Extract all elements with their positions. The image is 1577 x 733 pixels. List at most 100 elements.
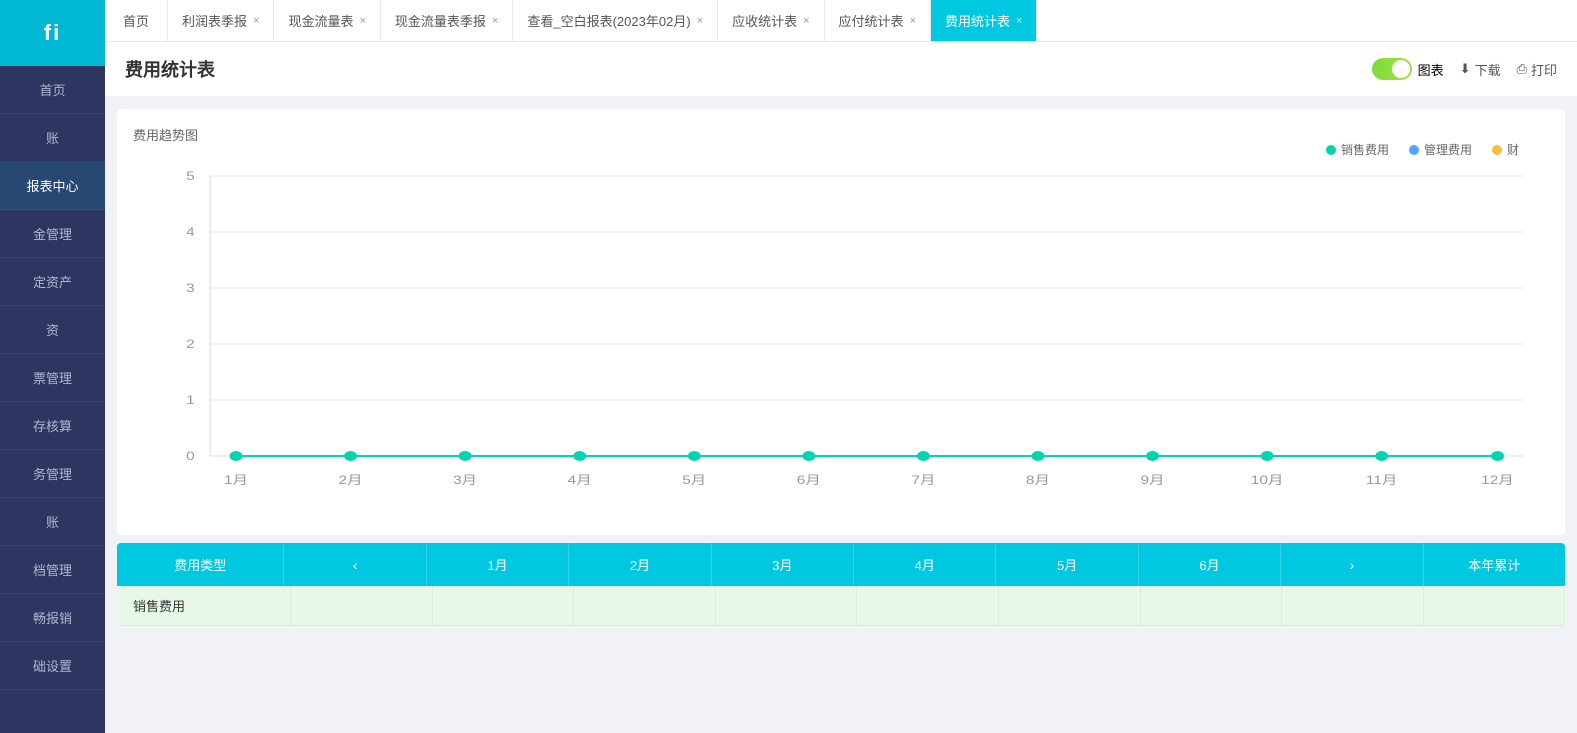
td-m5 [999, 586, 1141, 625]
tab-cashflow-q-label: 现金流量表季报 [395, 11, 486, 30]
svg-text:10月: 10月 [1251, 473, 1284, 487]
th-next[interactable]: › [1281, 543, 1423, 586]
tab-expense[interactable]: 费用统计表 × [931, 0, 1037, 41]
tab-cashflow-q-close[interactable]: × [492, 15, 498, 27]
td-nav-space [291, 586, 433, 625]
tab-payable[interactable]: 应付统计表 × [825, 0, 931, 41]
sidebar-logo: fi [0, 0, 105, 66]
th-m2: 2月 [569, 543, 711, 586]
print-icon: ⎙ [1517, 61, 1527, 77]
tab-cashflow-q[interactable]: 现金流量表季报 × [381, 0, 513, 41]
tab-blank-label: 查看_空白报表(2023年02月) [527, 11, 690, 30]
td-m2 [574, 586, 716, 625]
th-m3-label: 3月 [772, 555, 792, 574]
next-month-arrow[interactable]: › [1350, 557, 1355, 573]
td-m4 [857, 586, 999, 625]
sidebar-item-archive[interactable]: 档管理 [0, 546, 105, 594]
header-actions: 图表 ⬇ 下载 ⎙ 打印 [1372, 58, 1557, 80]
sidebar-item-ledger[interactable]: 账 [0, 498, 105, 546]
legend-finance-dot [1492, 145, 1502, 155]
download-label: 下载 [1475, 60, 1501, 79]
page-content: 费用统计表 图表 ⬇ 下载 ⎙ 打印 [105, 42, 1577, 733]
svg-text:6月: 6月 [797, 473, 821, 487]
sidebar-item-fund[interactable]: 金管理 [0, 210, 105, 258]
chart-toggle[interactable] [1372, 58, 1412, 80]
tab-payable-close[interactable]: × [910, 15, 916, 27]
svg-text:8月: 8月 [1026, 473, 1050, 487]
svg-text:12月: 12月 [1481, 473, 1514, 487]
sidebar-item-report[interactable]: 报表中心 [0, 162, 105, 210]
td-m3 [716, 586, 858, 625]
svg-text:9月: 9月 [1140, 473, 1164, 487]
tab-home[interactable]: 首页 [105, 0, 168, 41]
svg-text:0: 0 [186, 449, 195, 463]
tab-cashflow-close[interactable]: × [359, 15, 365, 27]
th-m3: 3月 [712, 543, 854, 586]
th-prev[interactable]: ‹ [284, 543, 426, 586]
svg-text:7月: 7月 [911, 473, 935, 487]
tab-profit-close[interactable]: × [253, 15, 259, 27]
th-m5: 5月 [996, 543, 1138, 586]
tab-receivable-close[interactable]: × [803, 15, 809, 27]
prev-month-arrow[interactable]: ‹ [353, 557, 358, 573]
expense-table: 费用类型 ‹ 1月 2月 3月 4月 5月 [117, 543, 1565, 626]
th-m6-label: 6月 [1199, 555, 1219, 574]
print-label: 打印 [1531, 60, 1557, 79]
tab-blank-close[interactable]: × [697, 15, 703, 27]
print-button[interactable]: ⎙ 打印 [1517, 60, 1557, 79]
sidebar-item-settings[interactable]: 础设置 [0, 642, 105, 690]
th-total-label: 本年累计 [1468, 555, 1520, 574]
tab-receivable[interactable]: 应收统计表 × [718, 0, 824, 41]
table-header: 费用类型 ‹ 1月 2月 3月 4月 5月 [117, 543, 1565, 586]
chart-area: 0 1 2 3 4 5 [133, 156, 1549, 519]
th-m2-label: 2月 [630, 555, 650, 574]
svg-text:4: 4 [186, 225, 195, 239]
td-m6 [1141, 586, 1283, 625]
sidebar-item-expense-report[interactable]: 畅报销 [0, 594, 105, 642]
td-m1 [433, 586, 575, 625]
download-icon: ⬇ [1460, 61, 1471, 77]
th-type-label: 费用类型 [174, 555, 226, 574]
sidebar-item-stock[interactable]: 存核算 [0, 402, 105, 450]
td-nav-space2 [1282, 586, 1424, 625]
svg-text:11月: 11月 [1366, 473, 1397, 487]
svg-text:3月: 3月 [453, 473, 477, 487]
th-m1-label: 1月 [487, 555, 507, 574]
tab-blank[interactable]: 查看_空白报表(2023年02月) × [513, 0, 718, 41]
sidebar-item-salary[interactable]: 资 [0, 306, 105, 354]
chart-section: 费用趋势图 销售费用 管理费用 财 [117, 109, 1565, 535]
table-row: 销售费用 [117, 586, 1565, 626]
td-total [1424, 586, 1565, 625]
legend-mgmt-dot [1409, 145, 1419, 155]
sidebar-item-home[interactable]: 首页 [0, 66, 105, 114]
td-type: 销售费用 [117, 586, 291, 625]
th-total: 本年累计 [1424, 543, 1565, 586]
tab-cashflow[interactable]: 现金流量表 × [274, 0, 380, 41]
svg-text:2: 2 [186, 337, 195, 351]
svg-text:1月: 1月 [224, 473, 248, 487]
tab-payable-label: 应付统计表 [839, 11, 904, 30]
toggle-knob [1392, 60, 1410, 78]
sidebar-item-account[interactable]: 账 [0, 114, 105, 162]
th-m4: 4月 [854, 543, 996, 586]
sidebar: fi 首页 账 报表中心 金管理 定资产 资 票管理 存核算 务管理 账 档管理… [0, 0, 105, 733]
th-m1: 1月 [427, 543, 569, 586]
line-chart-svg: 0 1 2 3 4 5 [133, 156, 1549, 516]
chart-toggle-wrap: 图表 [1372, 58, 1444, 80]
tab-profit[interactable]: 利润表季报 × [168, 0, 274, 41]
page-header: 费用统计表 图表 ⬇ 下载 ⎙ 打印 [105, 42, 1577, 97]
svg-text:1: 1 [186, 393, 195, 407]
th-type: 费用类型 [117, 543, 284, 586]
main-content: 首页 利润表季报 × 现金流量表 × 现金流量表季报 × 查看_空白报表(202… [105, 0, 1577, 733]
th-m4-label: 4月 [915, 555, 935, 574]
tab-cashflow-label: 现金流量表 [288, 11, 353, 30]
sidebar-item-service[interactable]: 务管理 [0, 450, 105, 498]
download-button[interactable]: ⬇ 下载 [1460, 60, 1501, 79]
tab-profit-label: 利润表季报 [182, 11, 247, 30]
tab-expense-label: 费用统计表 [945, 11, 1010, 30]
tab-bar: 首页 利润表季报 × 现金流量表 × 现金流量表季报 × 查看_空白报表(202… [105, 0, 1577, 42]
sidebar-item-invoice[interactable]: 票管理 [0, 354, 105, 402]
tab-expense-close[interactable]: × [1016, 15, 1022, 27]
sidebar-item-assets[interactable]: 定资产 [0, 258, 105, 306]
svg-text:5月: 5月 [682, 473, 706, 487]
